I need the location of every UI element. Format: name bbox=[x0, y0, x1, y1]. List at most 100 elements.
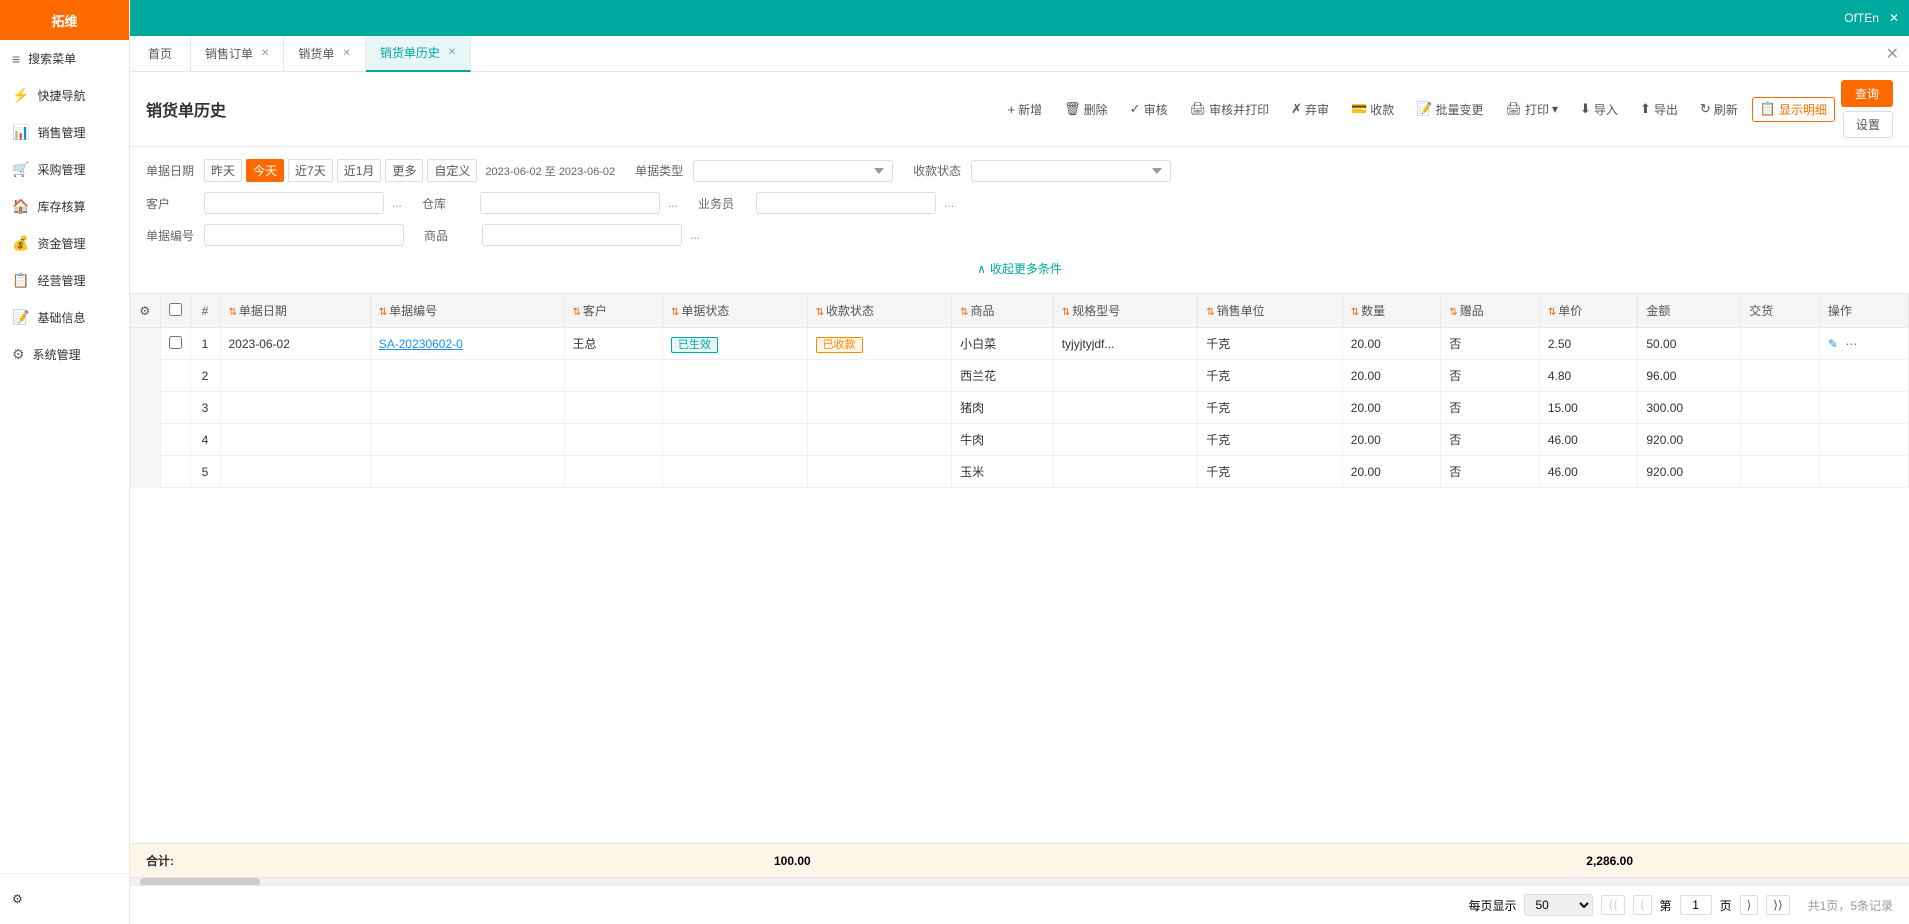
tab-sales-history[interactable]: 销货单历史 ✕ bbox=[366, 36, 471, 72]
action-more-icon[interactable]: ⋯ bbox=[1845, 337, 1857, 351]
collapse-button[interactable]: ∧ 收起更多条件 bbox=[146, 256, 1893, 281]
payment-status-select[interactable] bbox=[971, 160, 1171, 182]
audit-button[interactable]: ✓ 审核 bbox=[1122, 97, 1176, 122]
page-next-btn[interactable]: ⟩ bbox=[1740, 895, 1759, 915]
batch-change-button[interactable]: 📝 批量变更 bbox=[1408, 97, 1491, 122]
warehouse-input[interactable] bbox=[480, 192, 660, 214]
cell-doc-date bbox=[220, 392, 370, 424]
cell-goods: 猪肉 bbox=[952, 392, 1054, 424]
print-icon: 🖨 bbox=[1505, 101, 1522, 117]
sidebar-item-purchase-mgmt[interactable]: 🛒 采购管理 bbox=[0, 151, 129, 188]
tab-sales-delivery-close[interactable]: ✕ bbox=[342, 48, 350, 59]
sidebar-item-sys-mgmt[interactable]: ⚙ 系统管理 bbox=[0, 336, 129, 373]
doc-no-input[interactable] bbox=[204, 224, 404, 246]
add-button[interactable]: + 新增 bbox=[1000, 97, 1051, 122]
close-window-btn[interactable]: ✕ bbox=[1889, 11, 1899, 25]
per-page-select[interactable]: 50 100 200 bbox=[1524, 894, 1593, 916]
import-button[interactable]: ⬇ 导入 bbox=[1572, 97, 1626, 122]
cell-checkbox bbox=[160, 456, 190, 488]
sidebar-item-ops-mgmt[interactable]: 📋 经营管理 bbox=[0, 262, 129, 299]
sidebar-item-sales-mgmt[interactable]: 📊 销售管理 bbox=[0, 114, 129, 151]
customer-input[interactable] bbox=[204, 192, 384, 214]
date-btn-more[interactable]: 更多 bbox=[385, 159, 423, 182]
delete-button[interactable]: 🗑 删除 bbox=[1056, 97, 1116, 122]
select-all-checkbox[interactable] bbox=[169, 303, 182, 316]
cell-checkbox bbox=[160, 328, 190, 360]
cell-customer bbox=[564, 360, 663, 392]
doc-type-label: 单据类型 bbox=[635, 162, 685, 179]
tab-sales-delivery[interactable]: 销货单 ✕ bbox=[284, 36, 365, 72]
export-button[interactable]: ⬆ 导出 bbox=[1632, 97, 1686, 122]
col-spec[interactable]: ⇅规格型号 bbox=[1053, 294, 1198, 328]
cell-doc-no bbox=[370, 456, 564, 488]
page-prev-btn[interactable]: ⟨ bbox=[1633, 895, 1652, 915]
sidebar-item-finance-mgmt[interactable]: 💰 资金管理 bbox=[0, 225, 129, 262]
sidebar-item-basic-info[interactable]: 📝 基础信息 bbox=[0, 299, 129, 336]
action-edit-icon[interactable]: ✎ bbox=[1828, 337, 1838, 351]
warehouse-dots[interactable]: ... bbox=[668, 196, 678, 210]
doc-type-select[interactable] bbox=[693, 160, 893, 182]
col-doc-date[interactable]: ⇅单据日期 bbox=[220, 294, 370, 328]
customer-dots[interactable]: ... bbox=[392, 196, 402, 210]
date-btn-yesterday[interactable]: 昨天 bbox=[204, 159, 242, 182]
salesman-input[interactable] bbox=[756, 192, 936, 214]
cell-deliver bbox=[1741, 360, 1820, 392]
col-goods[interactable]: ⇅商品 bbox=[952, 294, 1054, 328]
col-doc-status[interactable]: ⇅单据状态 bbox=[663, 294, 808, 328]
collapse-label: 收起更多条件 bbox=[990, 260, 1062, 277]
col-doc-no[interactable]: ⇅单据编号 bbox=[370, 294, 564, 328]
collect-button[interactable]: 💳 收款 bbox=[1343, 97, 1402, 122]
date-btn-today[interactable]: 今天 bbox=[246, 159, 284, 182]
page-first-btn[interactable]: ⟨⟨ bbox=[1601, 895, 1624, 915]
print-dropdown-icon: ▾ bbox=[1552, 102, 1558, 116]
row-checkbox[interactable] bbox=[169, 336, 182, 349]
col-unit[interactable]: ⇅销售单位 bbox=[1198, 294, 1343, 328]
cell-doc-no bbox=[370, 360, 564, 392]
table-row: 2 西兰花 千克 20.00 否 4.80 96.00 bbox=[130, 360, 1909, 392]
horizontal-scrollbar[interactable] bbox=[130, 877, 1909, 885]
col-qty[interactable]: ⇅数量 bbox=[1342, 294, 1441, 328]
col-payment-status[interactable]: ⇅收款状态 bbox=[807, 294, 952, 328]
sort-icon-date: ⇅ bbox=[229, 307, 237, 318]
sidebar-item-search-menu[interactable]: ≡ 搜索菜单 bbox=[0, 40, 129, 77]
sidebar-item-quick-nav[interactable]: ⚡ 快捷导航 bbox=[0, 77, 129, 114]
goods-input[interactable] bbox=[482, 224, 682, 246]
sidebar-item-inventory[interactable]: 🏠 库存核算 bbox=[0, 188, 129, 225]
show-detail-button[interactable]: 📋 显示明细 bbox=[1752, 97, 1835, 122]
date-btn-7days[interactable]: 近7天 bbox=[288, 159, 333, 182]
query-button[interactable]: 查询 bbox=[1841, 80, 1893, 107]
salesman-dots[interactable]: ... bbox=[944, 196, 954, 210]
col-price[interactable]: ⇅单价 bbox=[1539, 294, 1638, 328]
window-close-btn[interactable]: ✕ bbox=[1886, 44, 1909, 64]
date-btn-custom[interactable]: 自定义 bbox=[427, 159, 477, 182]
tab-sales-history-close[interactable]: ✕ bbox=[448, 47, 456, 58]
cell-doc-no[interactable]: SA-20230602-0 bbox=[370, 328, 564, 360]
date-btn-1month[interactable]: 近1月 bbox=[337, 159, 382, 182]
col-customer[interactable]: ⇅客户 bbox=[564, 294, 663, 328]
page-last-btn[interactable]: ⟩⟩ bbox=[1766, 895, 1789, 915]
cell-customer bbox=[564, 424, 663, 456]
cell-doc-status bbox=[663, 424, 808, 456]
cell-gift: 否 bbox=[1441, 328, 1540, 360]
tab-sales-order[interactable]: 销售订单 ✕ bbox=[191, 36, 284, 72]
col-gift[interactable]: ⇅赠品 bbox=[1441, 294, 1540, 328]
table-container: ⚙ # ⇅单据日期 ⇅单据编号 ⇅客户 ⇅单据状态 ⇅收款状态 ⇅商品 ⇅规格型… bbox=[130, 294, 1909, 843]
discard-button[interactable]: ✗ 弃审 bbox=[1283, 97, 1337, 122]
audit-print-button[interactable]: 🖨 审核并打印 bbox=[1182, 97, 1278, 122]
tab-sales-history-label: 销货单历史 bbox=[380, 44, 440, 61]
doc-no-link[interactable]: SA-20230602-0 bbox=[379, 337, 463, 351]
col-settings[interactable]: ⚙ bbox=[130, 294, 160, 328]
cell-num: 3 bbox=[190, 392, 220, 424]
settings-button[interactable]: 设置 bbox=[1843, 111, 1893, 138]
delete-icon: 🗑 bbox=[1064, 101, 1081, 117]
refresh-button[interactable]: ↻ 刷新 bbox=[1692, 97, 1746, 122]
cell-unit: 千克 bbox=[1198, 424, 1343, 456]
tab-home[interactable]: 首页 bbox=[130, 36, 191, 72]
sidebar-bottom-left[interactable]: ⚙ bbox=[0, 882, 129, 916]
sort-icon-gift: ⇅ bbox=[1449, 307, 1457, 318]
print-button[interactable]: 🖨 打印 ▾ bbox=[1497, 97, 1566, 122]
tab-sales-order-label: 销售订单 bbox=[205, 45, 253, 62]
goods-dots[interactable]: ... bbox=[690, 228, 700, 242]
tab-sales-order-close[interactable]: ✕ bbox=[261, 48, 269, 59]
page-input[interactable] bbox=[1680, 895, 1712, 915]
